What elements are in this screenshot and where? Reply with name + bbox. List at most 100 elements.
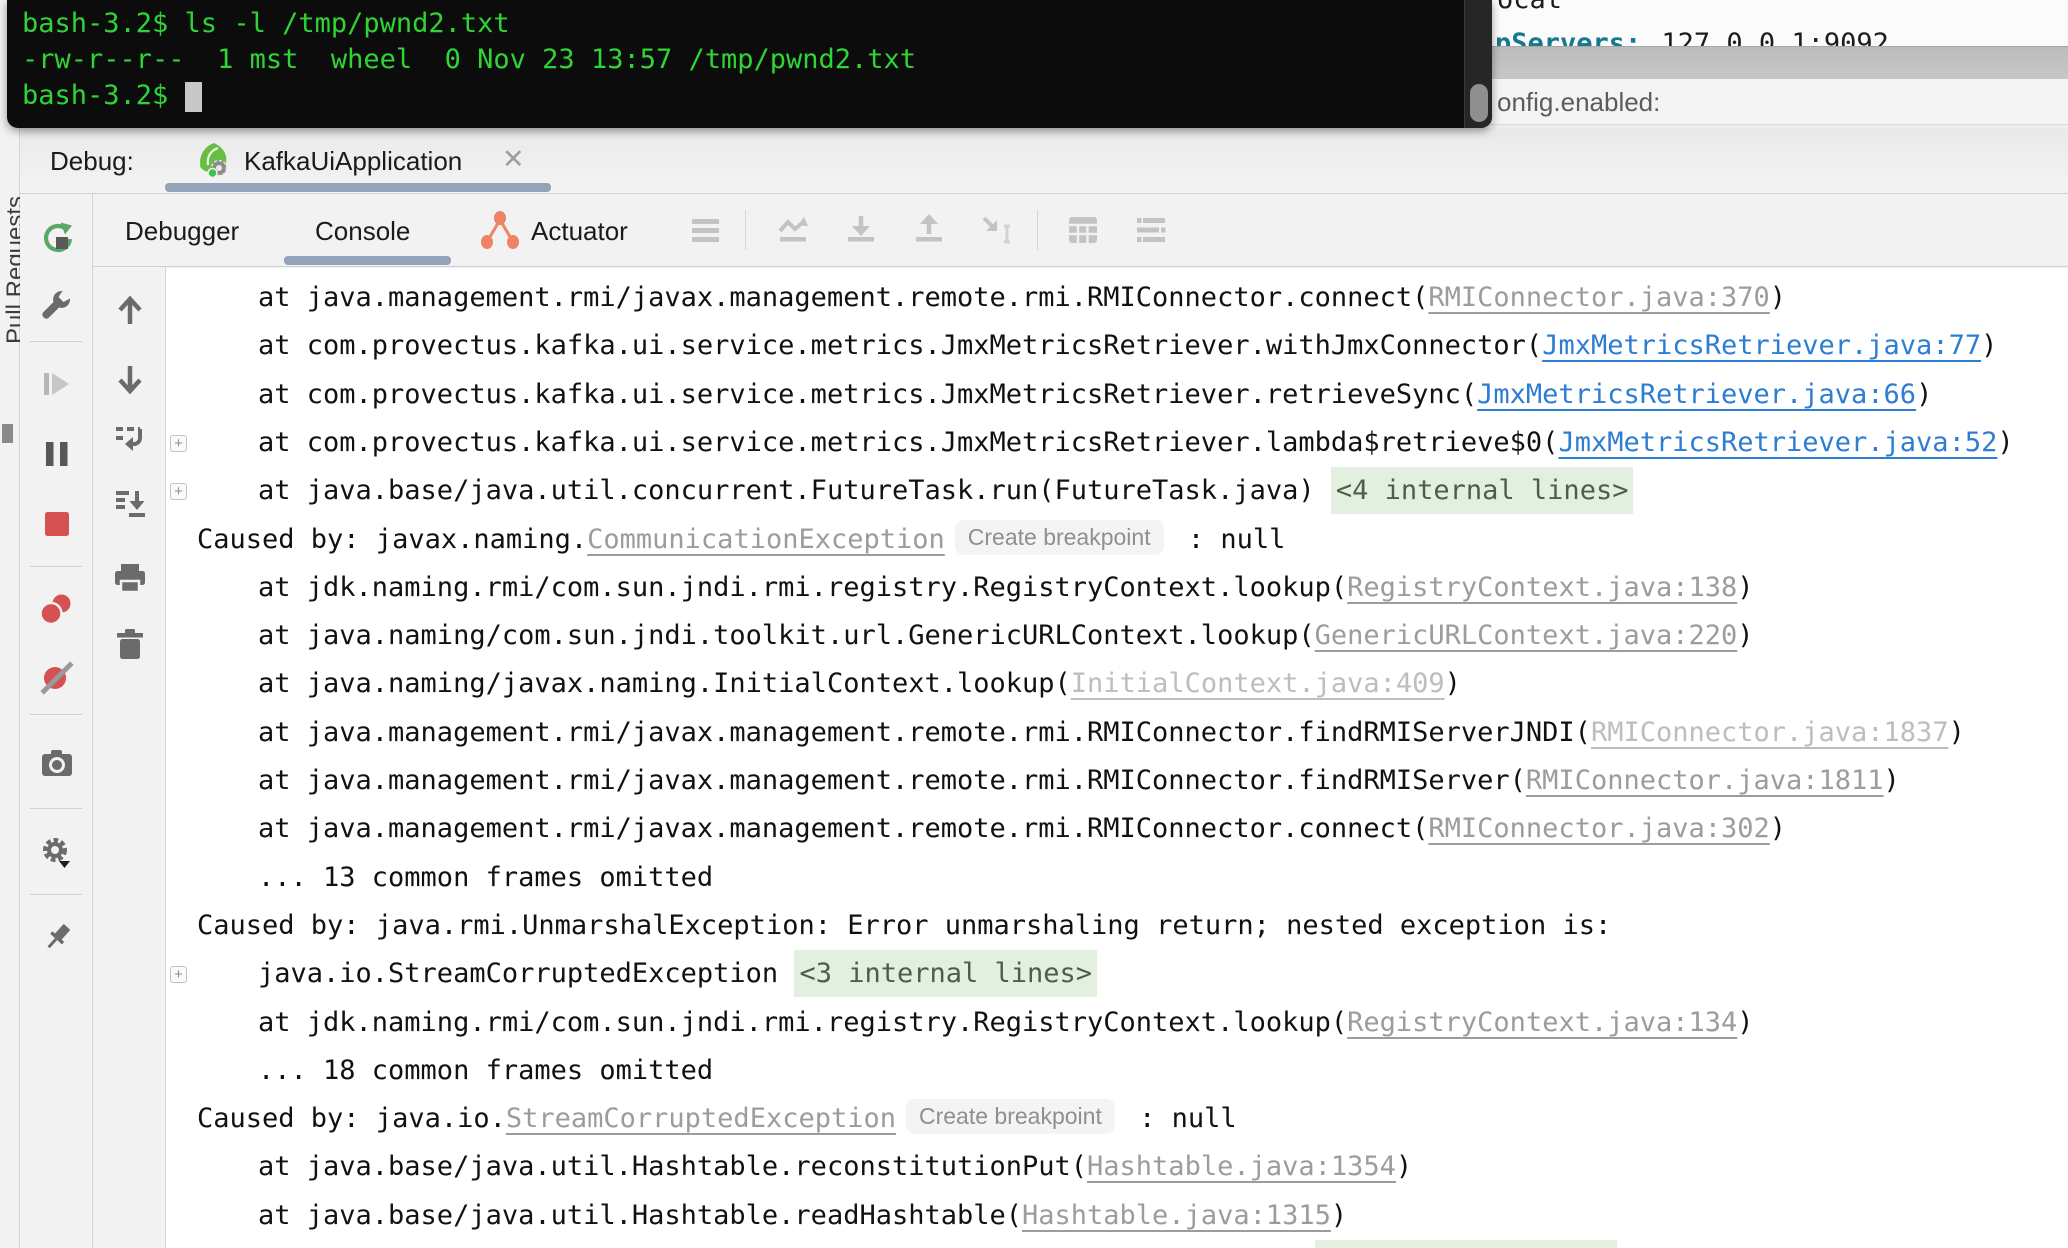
stack-text: at java.naming/com.sun.jndi.toolkit.url.… (258, 620, 1315, 651)
tool-window-bar-icon[interactable] (2, 424, 13, 443)
stack-text: Caused by: java.rmi.UnmarshalException: … (197, 910, 1612, 941)
stack-trace-line: at java.base/java.util.Hashtable.readObj… (258, 1240, 1618, 1248)
scroll-up-icon[interactable] (911, 212, 947, 248)
pin-icon[interactable] (39, 920, 75, 956)
stack-trace-line: at java.base/java.util.Hashtable.readHas… (258, 1192, 1347, 1240)
up-stack-trace-icon[interactable] (112, 293, 148, 329)
stack-text: ) (1997, 427, 2014, 458)
exception-link[interactable]: StreamCorruptedException (506, 1103, 896, 1134)
config-text-fragment: onfig.enabled: (1497, 87, 1661, 117)
terminal-output-line: -rw-r--r-- 1 mst wheel 0 Nov 23 13:57 /t… (22, 44, 917, 75)
scroll-down-icon[interactable] (843, 212, 879, 248)
stack-text: ... 18 common frames omitted (258, 1055, 714, 1086)
tab-debugger[interactable]: Debugger (125, 216, 239, 247)
stack-text: : null (1122, 1103, 1237, 1134)
frames-omitted-line: ... 18 common frames omitted (258, 1047, 713, 1095)
stack-text: at java.management.rmi/javax.management.… (258, 813, 1429, 844)
source-link[interactable]: Hashtable.java:1354 (1087, 1151, 1396, 1182)
pause-icon[interactable] (39, 436, 75, 472)
stack-trace-line: at java.management.rmi/javax.management.… (258, 274, 1786, 322)
fold-expand-icon[interactable]: + (170, 483, 187, 500)
internal-lines-highlight: <2 internal lines> (1314, 1240, 1618, 1248)
soft-wrap-icon[interactable] (112, 421, 148, 457)
console-tab-underline (284, 256, 451, 265)
stack-trace-line: at com.provectus.kafka.ui.service.metric… (258, 322, 1997, 370)
mute-breakpoints-icon[interactable] (39, 660, 75, 696)
tool-window-bar: Pull Requests (0, 128, 29, 1248)
stack-text: at com.provectus.kafka.ui.service.metric… (258, 427, 1559, 458)
stack-text: ) (1948, 717, 1965, 748)
wrench-icon[interactable] (39, 290, 75, 326)
source-link[interactable]: RMIConnector.java:370 (1428, 282, 1769, 313)
stack-text: ) (1330, 1200, 1348, 1231)
window-title-band (1491, 46, 2068, 79)
stack-text: at jdk.naming.rmi/com.sun.jndi.rmi.regis… (258, 1007, 1348, 1038)
print-icon[interactable] (112, 561, 148, 597)
settings-gear-icon[interactable] (39, 836, 75, 872)
tab-actuator[interactable]: Actuator (531, 216, 628, 247)
source-link[interactable]: RMIConnector.java:1837 (1591, 717, 1949, 748)
view-breakpoints-icon[interactable] (39, 592, 75, 628)
create-breakpoint-badge[interactable]: Create breakpoint (906, 1099, 1115, 1134)
scroll-to-end-icon[interactable] (112, 487, 148, 523)
rerun-icon[interactable] (39, 220, 75, 256)
tab-kafkauiapplication[interactable]: KafkaUiApplication ✕ (160, 128, 552, 194)
navigate-to-caret-icon[interactable] (979, 212, 1015, 248)
fold-expand-icon[interactable]: + (170, 435, 187, 452)
jump-to-source-icon[interactable] (775, 212, 811, 248)
stack-text: at java.base/java.util.Hashtable.reconst… (258, 1151, 1088, 1182)
stack-text: : null (1171, 524, 1286, 555)
debug-label: Debug: (50, 146, 134, 176)
stack-text: Caused by: javax.naming. (197, 524, 588, 555)
resume-icon[interactable] (39, 366, 75, 402)
toolbar-separator (30, 566, 82, 567)
options-menu-icon[interactable] (688, 212, 724, 248)
stack-text: at java.management.rmi/javax.management.… (258, 717, 1591, 748)
clear-all-trash-icon[interactable] (112, 627, 148, 663)
frames-omitted-line: ... 13 common frames omitted (258, 854, 713, 902)
stack-trace-line: at java.naming/com.sun.jndi.toolkit.url.… (258, 612, 1754, 660)
debugger-tabs-bar: Debugger Console Actuator (93, 194, 2068, 267)
console-output[interactable]: at java.management.rmi/javax.management.… (166, 268, 2068, 1248)
evaluate-grid-icon[interactable] (1065, 212, 1101, 248)
source-link[interactable]: Hashtable.java:1315 (1022, 1200, 1331, 1231)
exception-link[interactable]: CommunicationException (587, 524, 945, 555)
terminal-scrollbar-thumb[interactable] (1470, 84, 1488, 122)
down-stack-trace-icon[interactable] (112, 361, 148, 397)
console-actions-toolbar (93, 267, 166, 1248)
ide-window: ocat pServers:127.0.0.1:9092 onfig.enabl… (0, 0, 2068, 1248)
stack-text: at com.provectus.kafka.ui.service.metric… (258, 330, 1543, 361)
stop-icon[interactable] (39, 506, 75, 542)
stack-text: at java.base/java.util.concurrent.Future… (258, 475, 1331, 506)
fold-expand-icon[interactable]: + (170, 966, 187, 983)
source-link[interactable]: InitialContext.java:409 (1071, 668, 1445, 699)
caused-by-line: Caused by: javax.naming.CommunicationExc… (197, 516, 1285, 564)
stack-trace-line: at java.management.rmi/javax.management.… (258, 805, 1786, 853)
source-link[interactable]: RMIConnector.java:1811 (1526, 765, 1884, 796)
stack-trace-line: at jdk.naming.rmi/com.sun.jndi.rmi.regis… (258, 564, 1754, 612)
stack-text: ) (1916, 379, 1933, 410)
terminal-window[interactable]: bash-3.2$ ls -l /tmp/pwnd2.txt -rw-r--r-… (7, 0, 1492, 128)
toolbar-separator (745, 210, 746, 250)
stack-text: ) (1395, 1151, 1413, 1182)
run-tab-title: KafkaUiApplication (244, 146, 463, 176)
source-link[interactable]: RMIConnector.java:302 (1428, 813, 1769, 844)
layout-settings-icon[interactable] (1133, 212, 1169, 248)
spring-boot-icon (200, 143, 228, 179)
close-icon[interactable]: ✕ (502, 144, 525, 175)
caused-by-line: Caused by: java.io.StreamCorruptedExcept… (197, 1095, 1237, 1143)
source-link[interactable]: JmxMetricsRetriever.java:77 (1542, 330, 1981, 361)
create-breakpoint-badge[interactable]: Create breakpoint (954, 520, 1164, 555)
source-link[interactable]: GenericURLContext.java:220 (1315, 620, 1738, 651)
source-link[interactable]: JmxMetricsRetriever.java:66 (1477, 379, 1916, 410)
terminal-scrollbar-track[interactable] (1464, 0, 1492, 128)
tab-console[interactable]: Console (315, 216, 410, 247)
source-link[interactable]: RegistryContext.java:138 (1347, 572, 1737, 603)
source-link[interactable]: RegistryContext.java:134 (1347, 1007, 1737, 1038)
stack-text: java.io.StreamCorruptedException (258, 958, 795, 989)
stack-text: at java.naming/javax.naming.InitialConte… (258, 668, 1071, 699)
stack-trace-line: at java.base/java.util.concurrent.Future… (258, 467, 1634, 515)
camera-icon[interactable] (39, 746, 75, 782)
stack-trace-line: at java.management.rmi/javax.management.… (258, 709, 1965, 757)
source-link[interactable]: JmxMetricsRetriever.java:52 (1558, 427, 1997, 458)
